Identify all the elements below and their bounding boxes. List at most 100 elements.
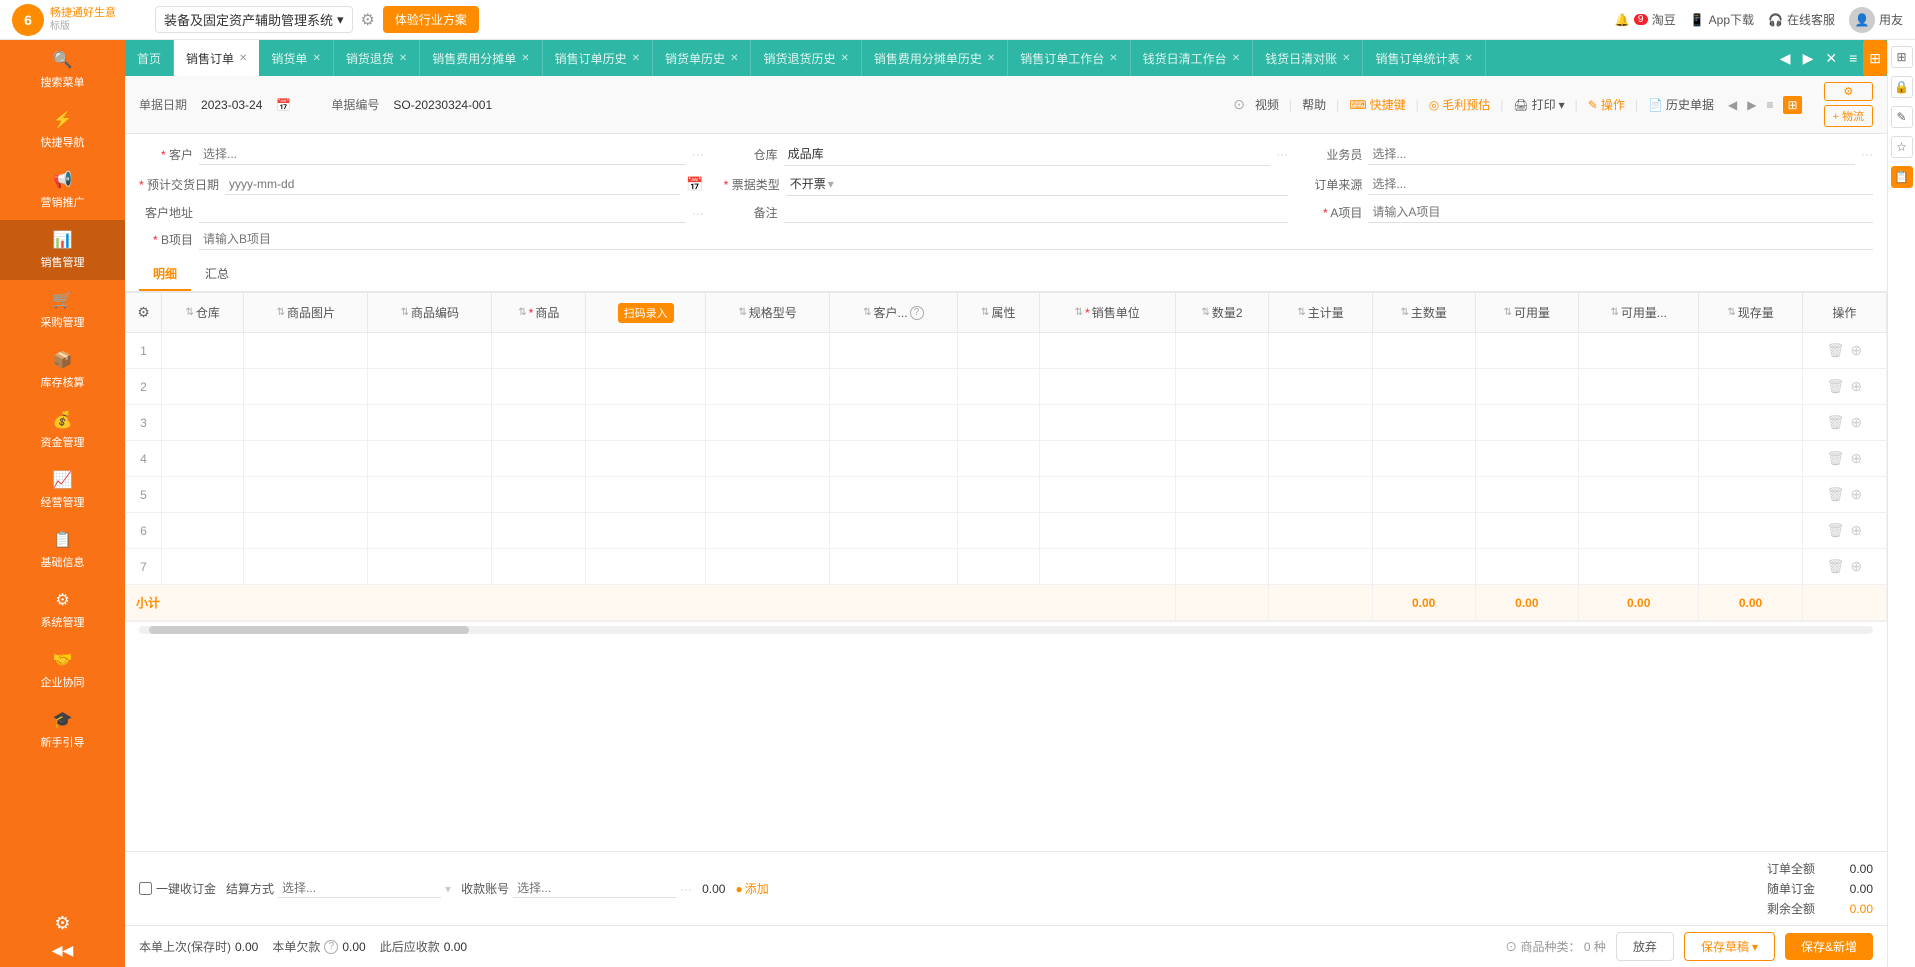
delete-icon[interactable]: 🗑 [1827, 522, 1845, 539]
tab-detail[interactable]: 明细 [139, 258, 191, 291]
nav-next-icon[interactable]: ▶ [1747, 98, 1756, 112]
collapse-icon[interactable]: ◀◀ [52, 942, 74, 959]
app-download-btn[interactable]: 📱 App下载 [1690, 11, 1754, 28]
operate-btn[interactable]: ✎ 操作 [1588, 96, 1625, 113]
tab-close-all-btn[interactable]: ✕ [1819, 40, 1843, 76]
tab-cash-reconcile[interactable]: 钱货日清对账 ✕ [1253, 40, 1363, 76]
one-click-checkbox-label[interactable]: 一键收订金 [139, 880, 216, 897]
sort-icon8[interactable]: ⇅ [1075, 307, 1083, 318]
tab-close-sales-return[interactable]: ✕ [399, 53, 407, 64]
sidebar-item-collab[interactable]: 🤝 企业协同 [0, 640, 125, 700]
sort-icon9[interactable]: ⇅ [1201, 307, 1209, 318]
a-project-input[interactable] [1368, 202, 1873, 223]
goods-count-icon[interactable]: ⊙ [1505, 940, 1517, 954]
sidebar-item-nav[interactable]: ⚡ 快捷导航 [0, 100, 125, 160]
sort-icon7[interactable]: ⇅ [981, 307, 989, 318]
remark-input[interactable] [784, 202, 1289, 223]
tab-sales-note[interactable]: 销货单 ✕ [259, 40, 333, 76]
sort-icon10[interactable]: ⇅ [1297, 307, 1305, 318]
payment-dropdown-icon[interactable]: ▾ [445, 882, 451, 896]
history-btn[interactable]: 📄 历史单据 [1648, 96, 1714, 113]
copy-icon[interactable]: ⊕ [1850, 450, 1862, 467]
industry-btn[interactable]: 体验行业方案 [383, 6, 479, 33]
sidebar-item-sales[interactable]: 📊 销售管理 [0, 220, 125, 280]
save-draft-btn[interactable]: 保存草稿 ▾ [1684, 932, 1775, 961]
sidebar-item-search[interactable]: 🔍 搜索菜单 [0, 40, 125, 100]
online-support-btn[interactable]: 🎧 在线客服 [1768, 11, 1835, 28]
sort-icon2[interactable]: ⇅ [277, 307, 285, 318]
sidebar-item-basic[interactable]: 📋 基础信息 [0, 520, 125, 580]
tab-close-sales-order-history[interactable]: ✕ [632, 53, 640, 64]
sort-icon12[interactable]: ⇅ [1504, 307, 1512, 318]
sidebar-item-finance[interactable]: 💰 资金管理 [0, 400, 125, 460]
delete-icon[interactable]: 🗑 [1827, 342, 1845, 359]
scan-input-btn[interactable]: 扫码录入 [618, 303, 674, 323]
quick-btn-1[interactable]: ⊞ [1891, 46, 1913, 68]
delete-icon[interactable]: 🗑 [1827, 414, 1845, 431]
customer-no-info-icon[interactable]: ? [910, 306, 924, 320]
nav-icon-btn[interactable]: 🔔 9 淘豆 [1615, 11, 1676, 28]
sidebar-item-inventory[interactable]: 📦 库存核算 [0, 340, 125, 400]
shortcut-btn[interactable]: ⌨ 快捷键 [1349, 96, 1405, 113]
tab-close-order-workbench[interactable]: ✕ [1109, 53, 1117, 64]
sort-icon4[interactable]: ⇅ [518, 307, 526, 318]
scrollbar-track[interactable] [139, 626, 1873, 634]
delete-icon[interactable]: 🗑 [1827, 558, 1845, 575]
sort-icon14[interactable]: ⇅ [1727, 307, 1735, 318]
tab-next-btn[interactable]: ▶ [1797, 40, 1820, 76]
delete-icon[interactable]: 🗑 [1827, 486, 1845, 503]
save-draft-dropdown-icon[interactable]: ▾ [1752, 940, 1758, 954]
user-area[interactable]: 👤 用友 [1849, 7, 1903, 33]
salesman-dots[interactable]: ··· [1861, 147, 1873, 161]
payment-method-input[interactable] [278, 879, 441, 898]
tab-close-sales-return-history[interactable]: ✕ [840, 53, 848, 64]
customer-input[interactable] [199, 144, 686, 165]
quick-btn-5[interactable]: 📋 [1891, 166, 1913, 188]
sort-icon11[interactable]: ⇅ [1400, 307, 1408, 318]
tab-close-sales-note[interactable]: ✕ [312, 53, 320, 64]
account-input[interactable] [513, 879, 676, 898]
warehouse-dots[interactable]: ··· [1276, 147, 1288, 161]
current-save-info-icon[interactable]: ? [324, 940, 338, 954]
sidebar-item-management[interactable]: 📈 经营管理 [0, 460, 125, 520]
tab-sales-order[interactable]: 销售订单 ✕ [174, 40, 259, 76]
address-dots[interactable]: ··· [692, 206, 704, 220]
sort-icon5[interactable]: ⇅ [738, 307, 746, 318]
tab-cash-workbench[interactable]: 钱货日清工作台 ✕ [1131, 40, 1253, 76]
tab-menu-btn[interactable]: ≡ [1843, 40, 1863, 76]
address-input[interactable] [199, 202, 686, 223]
salesman-input[interactable] [1368, 144, 1855, 165]
invoice-select[interactable]: 不开票 ▾ [786, 172, 1289, 196]
tab-sales-order-history[interactable]: 销售订单历史 ✕ [543, 40, 653, 76]
print-btn[interactable]: 🖨 打印 ▾ [1513, 96, 1564, 113]
one-click-checkbox[interactable] [139, 882, 152, 895]
tab-close-sales-stats[interactable]: ✕ [1465, 53, 1473, 64]
sort-icon6[interactable]: ⇅ [863, 307, 871, 318]
copy-icon[interactable]: ⊕ [1850, 522, 1862, 539]
nav-prev-icon[interactable]: ◀ [1728, 98, 1737, 112]
tab-close-cash-workbench[interactable]: ✕ [1232, 53, 1240, 64]
sort-icon[interactable]: ⇅ [185, 307, 193, 318]
tab-order-workbench[interactable]: 销售订单工作台 ✕ [1008, 40, 1130, 76]
tab-sales-stats[interactable]: 销售订单统计表 ✕ [1363, 40, 1485, 76]
tab-home[interactable]: 首页 [125, 40, 174, 76]
sidebar-item-system[interactable]: ⚙ 系统管理 [0, 580, 125, 640]
print-dropdown-arrow[interactable]: ▾ [1559, 98, 1565, 112]
account-dots-icon[interactable]: ··· [680, 882, 692, 896]
sort-icon3[interactable]: ⇅ [401, 307, 409, 318]
list-view-icon[interactable]: ≡ [1766, 98, 1773, 112]
delete-icon[interactable]: 🗑 [1827, 450, 1845, 467]
copy-icon[interactable]: ⊕ [1850, 558, 1862, 575]
sidebar-item-purchase[interactable]: 🛒 采购管理 [0, 280, 125, 340]
system-dropdown[interactable]: 装备及固定资产辅助管理系统 ▾ [155, 6, 353, 33]
tab-close-sales-expense[interactable]: ✕ [521, 53, 529, 64]
calendar-icon[interactable]: 📅 [276, 98, 291, 112]
tab-sales-return-history[interactable]: 销货退货历史 ✕ [751, 40, 861, 76]
order-source-input[interactable] [1368, 174, 1873, 195]
tab-summary[interactable]: 汇总 [191, 258, 243, 291]
table-settings-btn[interactable]: ⚙ [133, 300, 154, 325]
save-new-btn[interactable]: 保存&新增 [1785, 933, 1873, 960]
profit-btn[interactable]: ◎ 毛利预估 [1429, 96, 1491, 113]
quick-btn-4[interactable]: ☆ [1891, 136, 1913, 158]
tab-sales-expense[interactable]: 销售费用分摊单 ✕ [420, 40, 542, 76]
